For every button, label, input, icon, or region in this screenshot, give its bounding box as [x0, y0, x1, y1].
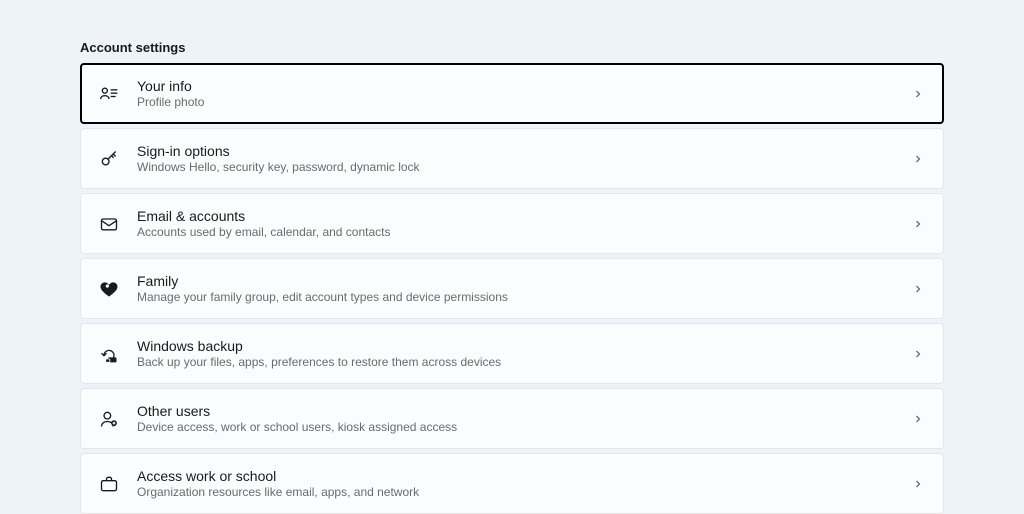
item-text: Access work or school Organization resou… [137, 468, 893, 499]
person-card-icon [99, 84, 119, 104]
chevron-right-icon [911, 347, 925, 361]
backup-icon [99, 344, 119, 364]
settings-item-windows-backup[interactable]: Windows backup Back up your files, apps,… [80, 323, 944, 384]
item-desc: Device access, work or school users, kio… [137, 420, 893, 434]
chevron-right-icon [911, 87, 925, 101]
item-desc: Windows Hello, security key, password, d… [137, 160, 893, 174]
item-text: Email & accounts Accounts used by email,… [137, 208, 893, 239]
item-text: Other users Device access, work or schoo… [137, 403, 893, 434]
item-desc: Manage your family group, edit account t… [137, 290, 893, 304]
settings-item-your-info[interactable]: Your info Profile photo [80, 63, 944, 124]
item-text: Sign-in options Windows Hello, security … [137, 143, 893, 174]
settings-item-access-work-school[interactable]: Access work or school Organization resou… [80, 453, 944, 514]
item-title: Your info [137, 78, 893, 94]
chevron-right-icon [911, 477, 925, 491]
item-text: Your info Profile photo [137, 78, 893, 109]
settings-list: Your info Profile photo Sign-in options … [80, 63, 944, 514]
heart-icon [99, 279, 119, 299]
item-text: Family Manage your family group, edit ac… [137, 273, 893, 304]
users-icon [99, 409, 119, 429]
settings-item-family[interactable]: Family Manage your family group, edit ac… [80, 258, 944, 319]
item-title: Family [137, 273, 893, 289]
item-title: Windows backup [137, 338, 893, 354]
mail-icon [99, 214, 119, 234]
chevron-right-icon [911, 217, 925, 231]
item-desc: Accounts used by email, calendar, and co… [137, 225, 893, 239]
item-text: Windows backup Back up your files, apps,… [137, 338, 893, 369]
item-title: Email & accounts [137, 208, 893, 224]
item-title: Access work or school [137, 468, 893, 484]
section-title: Account settings [80, 40, 944, 55]
settings-item-sign-in-options[interactable]: Sign-in options Windows Hello, security … [80, 128, 944, 189]
key-icon [99, 149, 119, 169]
item-desc: Back up your files, apps, preferences to… [137, 355, 893, 369]
settings-item-email-accounts[interactable]: Email & accounts Accounts used by email,… [80, 193, 944, 254]
briefcase-icon [99, 474, 119, 494]
item-title: Other users [137, 403, 893, 419]
settings-item-other-users[interactable]: Other users Device access, work or schoo… [80, 388, 944, 449]
chevron-right-icon [911, 152, 925, 166]
chevron-right-icon [911, 282, 925, 296]
item-desc: Profile photo [137, 95, 893, 109]
item-desc: Organization resources like email, apps,… [137, 485, 893, 499]
item-title: Sign-in options [137, 143, 893, 159]
chevron-right-icon [911, 412, 925, 426]
